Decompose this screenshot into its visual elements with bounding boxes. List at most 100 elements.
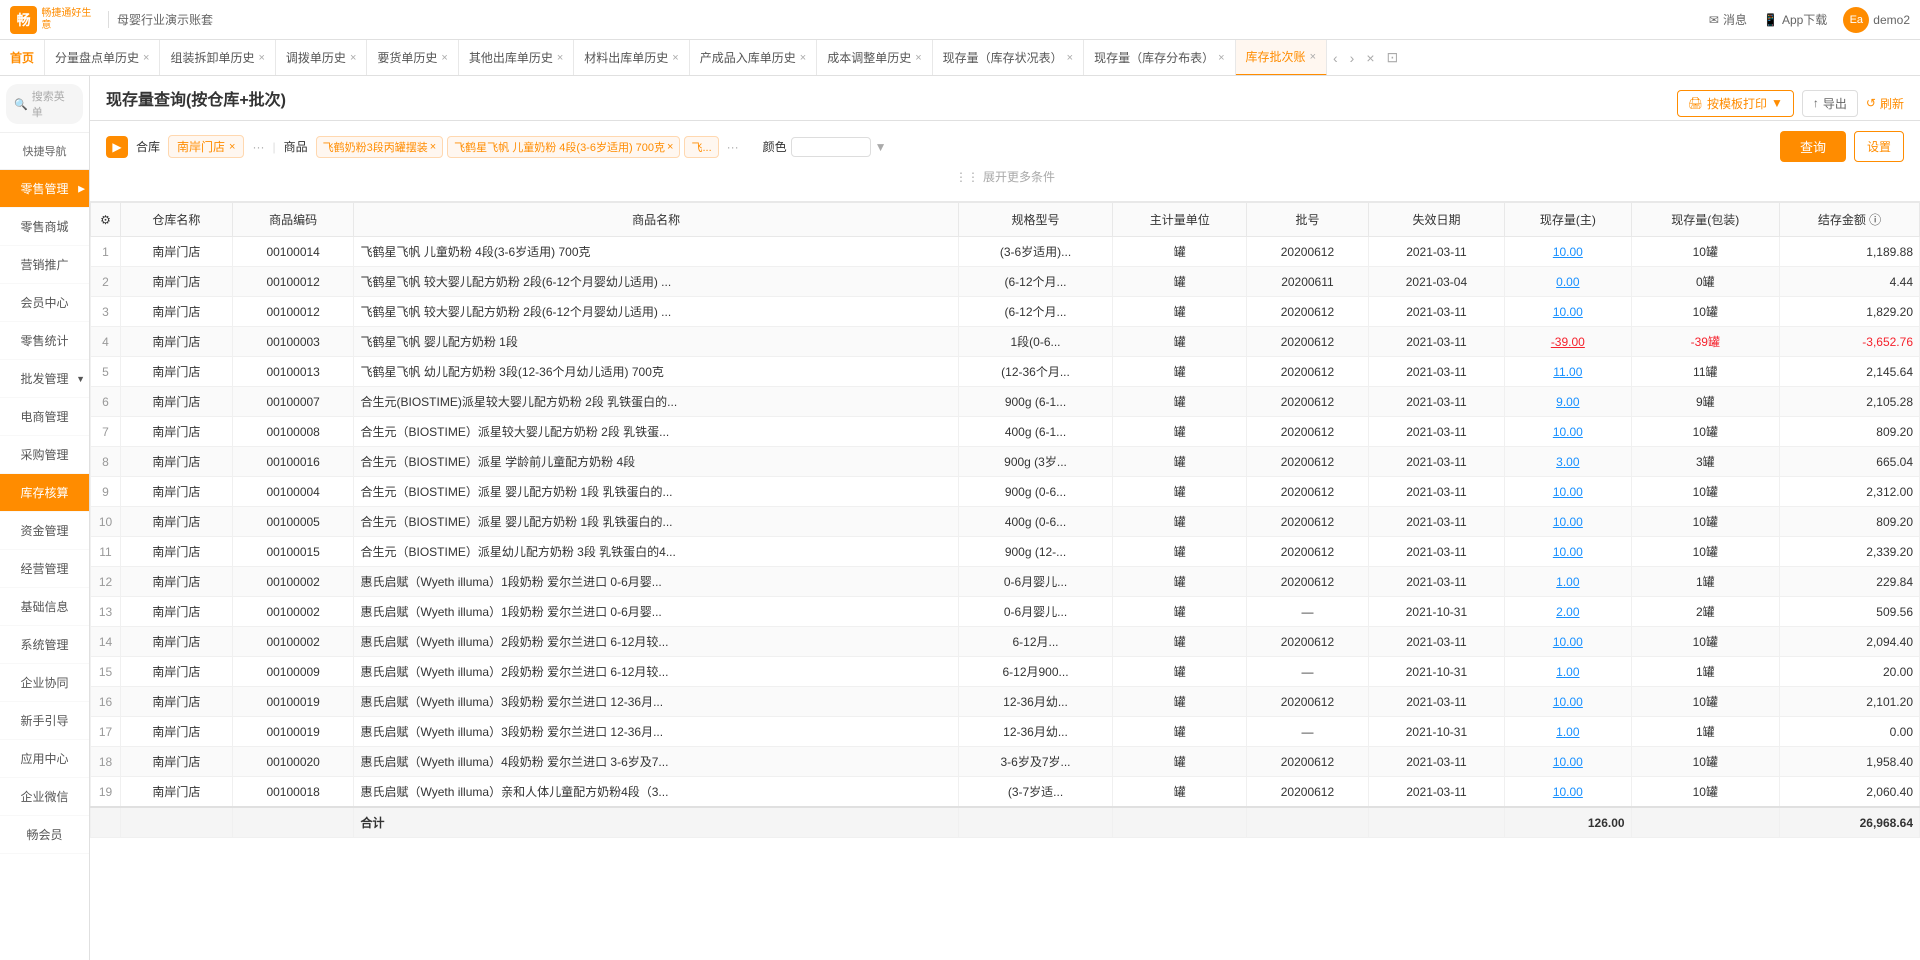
tab-zu-chai-close[interactable]: × <box>258 52 264 64</box>
product-filter-more[interactable]: ··· <box>727 140 739 154</box>
tab-chan-pin[interactable]: 产成品入库单历史 × <box>690 40 817 76</box>
col-settings[interactable]: ⚙ <box>91 203 121 237</box>
cell-qty-main[interactable]: -39.00 <box>1505 327 1631 357</box>
tab-cai-liao-close[interactable]: × <box>672 52 678 64</box>
sidebar-item-member-center[interactable]: 会员中心 <box>0 284 89 322</box>
app-download-btn[interactable]: 📱 App下载 <box>1763 11 1827 28</box>
color-filter-arrow[interactable]: ▼ <box>875 140 887 154</box>
cell-no: 2 <box>91 267 121 297</box>
tab-nav-right[interactable]: › <box>1344 50 1361 66</box>
product-tag-1[interactable]: 飞鹤奶粉3段丙罐摆装 × <box>316 136 444 158</box>
sidebar-item-member-sys[interactable]: 畅会员 <box>0 816 89 854</box>
sidebar-item-retail-mgmt[interactable]: 零售管理 ▶ <box>0 170 89 208</box>
sidebar-item-finance-mgmt[interactable]: 资金管理 <box>0 512 89 550</box>
sidebar-item-purchase-mgmt[interactable]: 采购管理 <box>0 436 89 474</box>
tab-diao-bo[interactable]: 调拨单历史 × <box>276 40 367 76</box>
page-header: 现存量查询(按仓库+批次) 🖨 按模板打印 ▼ ↑ 导出 ↺ 刷新 <box>90 76 1920 121</box>
cell-qty-main[interactable]: 9.00 <box>1505 387 1631 417</box>
cell-qty-main[interactable]: 10.00 <box>1505 627 1631 657</box>
tab-fen-pan-close[interactable]: × <box>143 52 149 64</box>
cell-no: 5 <box>91 357 121 387</box>
sidebar-item-wholesale-mgmt[interactable]: 批发管理 ▼ <box>0 360 89 398</box>
cell-name: 惠氏启赋（Wyeth illuma）1段奶粉 爱尔兰进口 0-6月婴... <box>354 567 958 597</box>
sidebar-item-retail-shop-label: 零售商城 <box>20 220 68 234</box>
tab-home[interactable]: 首页 <box>0 40 45 76</box>
template-print-button[interactable]: 🖨 按模板打印 ▼ <box>1677 90 1794 117</box>
query-button[interactable]: 查询 <box>1780 131 1846 162</box>
expand-more-btn[interactable]: ⋮⋮ 展开更多条件 <box>106 162 1904 191</box>
tab-fen-pan[interactable]: 分量盘点单历史 × <box>45 40 160 76</box>
sidebar-item-retail-stats[interactable]: 零售统计 <box>0 322 89 360</box>
tab-chan-pin-close[interactable]: × <box>800 52 806 64</box>
quick-nav-label[interactable]: 快捷导航 <box>4 139 85 163</box>
tab-xian-cun-fenpei-close[interactable]: × <box>1218 52 1224 64</box>
cell-name: 惠氏启赋（Wyeth illuma）1段奶粉 爱尔兰进口 0-6月婴... <box>354 597 958 627</box>
sidebar-item-ecom-mgmt[interactable]: 电商管理 <box>0 398 89 436</box>
search-input[interactable]: 🔍 搜索英单 <box>6 84 83 124</box>
cell-qty-main[interactable]: 10.00 <box>1505 477 1631 507</box>
tab-cai-liao[interactable]: 材料出库单历史 × <box>574 40 689 76</box>
cell-spec: 900g (0-6... <box>958 477 1113 507</box>
refresh-button[interactable]: ↺ 刷新 <box>1866 95 1904 112</box>
tab-diao-bo-close[interactable]: × <box>350 52 356 64</box>
color-filter-input[interactable] <box>791 137 871 157</box>
cell-qty-main[interactable]: 10.00 <box>1505 777 1631 808</box>
tab-qi-ta[interactable]: 其他出库单历史 × <box>459 40 574 76</box>
table-row: 17 南岸门店 00100019 惠氏启赋（Wyeth illuma）3段奶粉 … <box>91 717 1920 747</box>
tab-ku-pi[interactable]: 库存批次账 × <box>1236 40 1327 76</box>
tab-nav-left[interactable]: ‹ <box>1327 50 1344 66</box>
sidebar-item-sys-mgmt[interactable]: 系统管理 <box>0 626 89 664</box>
tab-nav-more[interactable]: ⊡ <box>1381 49 1405 66</box>
cell-qty-main[interactable]: 10.00 <box>1505 537 1631 567</box>
cell-qty-main[interactable]: 10.00 <box>1505 417 1631 447</box>
warehouse-filter-tag[interactable]: 南岸门店 × <box>168 135 244 158</box>
cell-qty-main[interactable]: 0.00 <box>1505 267 1631 297</box>
cell-qty-main[interactable]: 2.00 <box>1505 597 1631 627</box>
sidebar-item-ops-mgmt[interactable]: 经营管理 <box>0 550 89 588</box>
cell-qty-main[interactable]: 3.00 <box>1505 447 1631 477</box>
tab-xian-cun-kucun-close[interactable]: × <box>1067 52 1073 64</box>
app-title: 母婴行业演示账套 <box>108 11 213 28</box>
cell-qty-main[interactable]: 10.00 <box>1505 237 1631 267</box>
tab-yao-huo[interactable]: 要货单历史 × <box>367 40 458 76</box>
tab-qi-ta-close[interactable]: × <box>557 52 563 64</box>
cell-name: 惠氏启赋（Wyeth illuma）2段奶粉 爱尔兰进口 6-12月较... <box>354 657 958 687</box>
tab-nav-close[interactable]: × <box>1360 50 1380 66</box>
settings-button[interactable]: 设置 <box>1854 131 1904 162</box>
product-tag-3[interactable]: 飞... <box>684 136 718 158</box>
tab-cheng-ben-close[interactable]: × <box>915 52 921 64</box>
tab-ku-pi-close[interactable]: × <box>1310 51 1316 63</box>
cell-qty-main[interactable]: 10.00 <box>1505 507 1631 537</box>
sidebar-item-new-guide[interactable]: 新手引导 <box>0 702 89 740</box>
cell-qty-main[interactable]: 10.00 <box>1505 687 1631 717</box>
cell-code: 00100012 <box>232 267 354 297</box>
warehouse-filter-remove[interactable]: × <box>229 141 235 153</box>
product-tag-2[interactable]: 飞鹤星飞帆 儿童奶粉 4段(3-6岁适用) 700克 × <box>447 136 680 158</box>
tab-cai-liao-label: 材料出库单历史 <box>584 49 668 66</box>
warehouse-filter-more[interactable]: ··· <box>252 140 264 154</box>
filter-expand-btn[interactable]: ▶ <box>106 136 128 158</box>
tab-zu-chai[interactable]: 组装拆卸单历史 × <box>160 40 275 76</box>
tab-xian-cun-kucun[interactable]: 现存量（库存状况表） × <box>933 40 1084 76</box>
sidebar-item-basic-info[interactable]: 基础信息 <box>0 588 89 626</box>
sidebar-item-corp-wechat[interactable]: 企业微信 <box>0 778 89 816</box>
cell-qty-main[interactable]: 10.00 <box>1505 297 1631 327</box>
cell-qty-main[interactable]: 11.00 <box>1505 357 1631 387</box>
cell-qty-main[interactable]: 1.00 <box>1505 717 1631 747</box>
message-btn[interactable]: ✉ 消息 <box>1709 11 1747 28</box>
export-button[interactable]: ↑ 导出 <box>1802 90 1858 117</box>
sidebar-item-retail-shop[interactable]: 零售商城 <box>0 208 89 246</box>
sidebar-item-corp-collab[interactable]: 企业协同 <box>0 664 89 702</box>
sidebar-item-app-center[interactable]: 应用中心 <box>0 740 89 778</box>
sidebar-item-marketing[interactable]: 营销推广 <box>0 246 89 284</box>
cell-qty-main[interactable]: 10.00 <box>1505 747 1631 777</box>
cell-qty-main[interactable]: 1.00 <box>1505 657 1631 687</box>
tab-cheng-ben[interactable]: 成本调整单历史 × <box>817 40 932 76</box>
tab-yao-huo-close[interactable]: × <box>441 52 447 64</box>
sidebar-item-stock-check[interactable]: 库存核算 <box>0 474 89 512</box>
user-area[interactable]: Ea demo2 <box>1843 7 1910 33</box>
product-tag-2-remove[interactable]: × <box>667 141 673 153</box>
product-tag-1-remove[interactable]: × <box>430 141 436 153</box>
tab-xian-cun-fenpei[interactable]: 现存量（库存分布表） × <box>1084 40 1235 76</box>
cell-qty-main[interactable]: 1.00 <box>1505 567 1631 597</box>
